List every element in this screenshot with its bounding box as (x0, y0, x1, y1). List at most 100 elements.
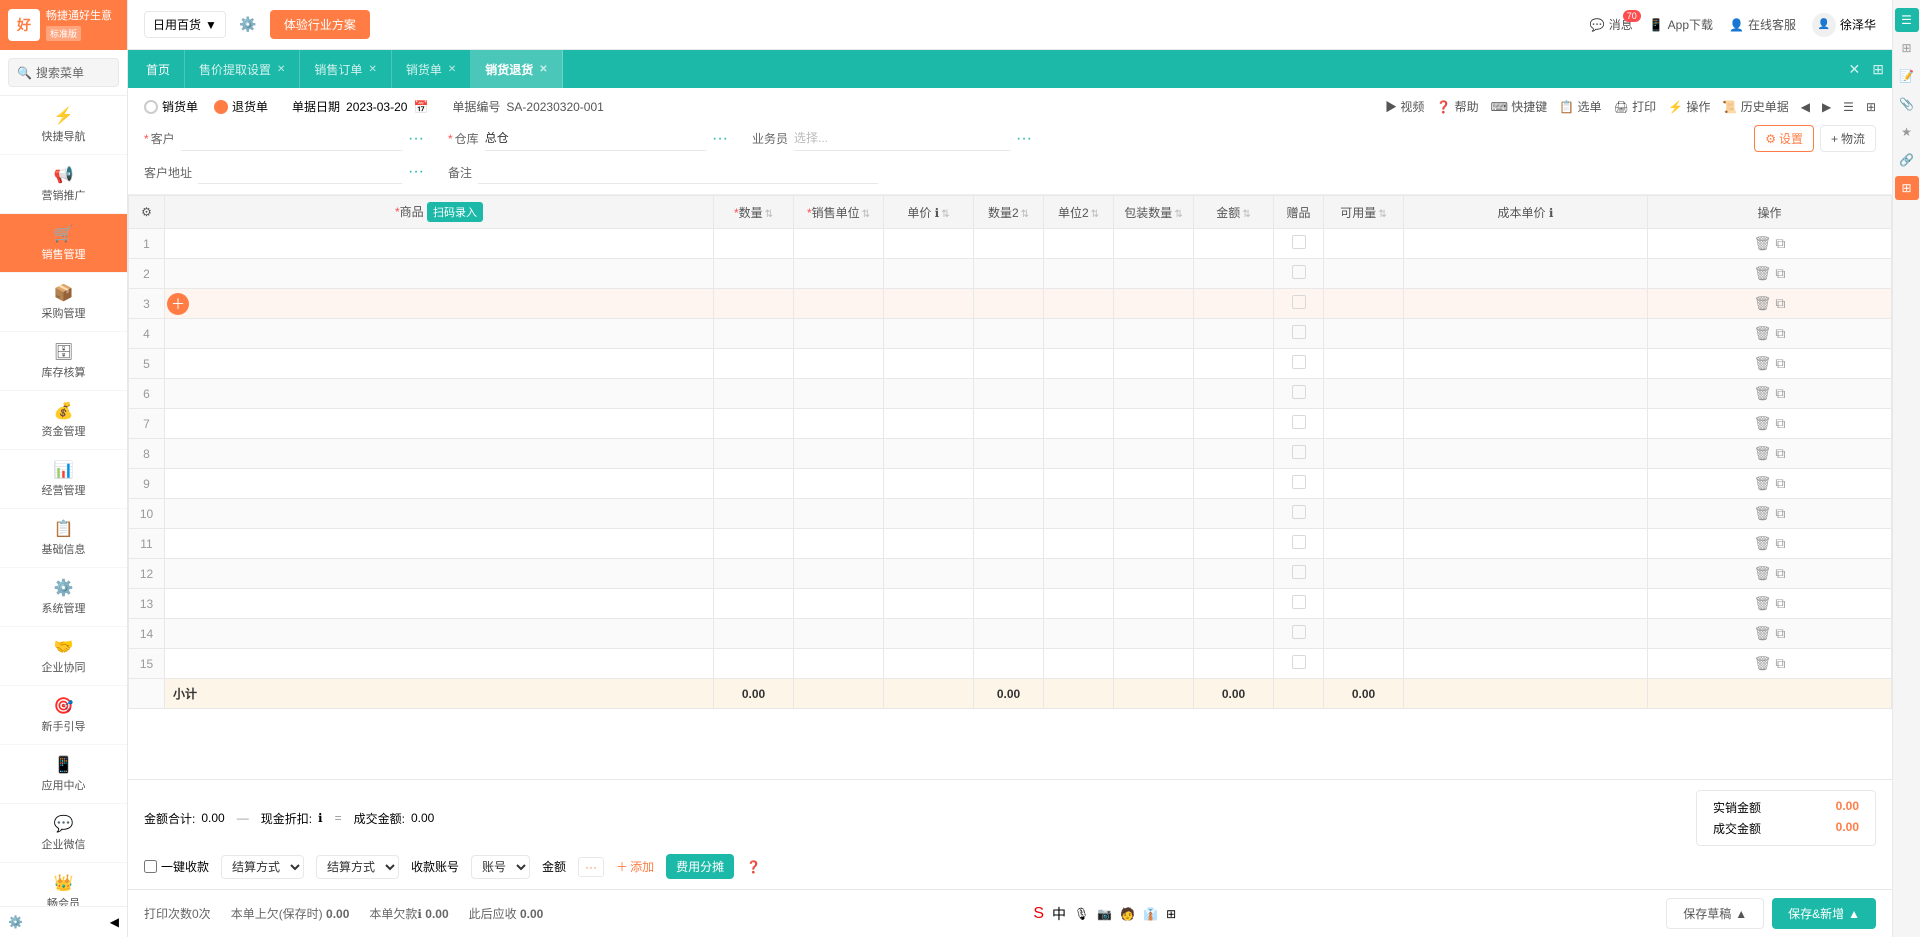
product-cell-15[interactable] (165, 649, 714, 679)
unit2-cell-4[interactable] (1044, 319, 1114, 349)
delete-row-btn-5[interactable]: 🗑 (1754, 355, 1772, 372)
sales-unit-cell-12[interactable] (794, 559, 884, 589)
sales-unit-cell-14[interactable] (794, 619, 884, 649)
copy-row-btn-6[interactable]: ⧉ (1775, 385, 1785, 402)
pack-qty-cell-5[interactable] (1114, 349, 1194, 379)
sidebar-item-sales[interactable]: 🛒 销售管理 (0, 214, 127, 273)
sidebar-item-quick-nav[interactable]: ⚡ 快捷导航 (0, 96, 127, 155)
sidebar-item-basic-info[interactable]: 📋 基础信息 (0, 509, 127, 568)
logistics-side-btn[interactable]: + 物流 (1820, 125, 1876, 152)
tab-close-sales-delivery[interactable]: ✕ (448, 64, 456, 75)
qty2-cell-2[interactable] (974, 259, 1044, 289)
pack-qty-cell-8[interactable] (1114, 439, 1194, 469)
tool-icon-camera[interactable]: 📷 (1097, 907, 1112, 921)
qty2-cell-13[interactable] (974, 589, 1044, 619)
sidebar-item-operations[interactable]: 📊 经营管理 (0, 450, 127, 509)
delete-row-btn-9[interactable]: 🗑 (1754, 475, 1772, 492)
unit-price-cell-9[interactable] (884, 469, 974, 499)
available-cell-5[interactable] (1324, 349, 1404, 379)
gift-cell-4[interactable] (1274, 319, 1324, 349)
pack-qty-cell-4[interactable] (1114, 319, 1194, 349)
pack-qty-cell-11[interactable] (1114, 529, 1194, 559)
tab-close-sales-order[interactable]: ✕ (368, 64, 376, 75)
cost-price-cell-4[interactable] (1404, 319, 1648, 349)
right-panel-link[interactable]: 🔗 (1895, 148, 1919, 172)
product-cell-11[interactable] (165, 529, 714, 559)
unit2-cell-2[interactable] (1044, 259, 1114, 289)
warehouse-input[interactable]: 总仓 (485, 127, 706, 151)
qty-cell-15[interactable] (714, 649, 794, 679)
close-tab-btn[interactable]: ✕ (1845, 57, 1865, 82)
copy-row-btn-14[interactable]: ⧉ (1775, 625, 1785, 642)
action-video[interactable]: ▶ 视频 (1385, 98, 1424, 115)
radio-delivery[interactable]: 销货单 (144, 98, 198, 115)
amount-cell-5[interactable] (1194, 349, 1274, 379)
unit-price-cell-2[interactable] (884, 259, 974, 289)
prev-record-btn[interactable]: ◀ (1801, 100, 1810, 114)
qty2-cell-14[interactable] (974, 619, 1044, 649)
tool-icon-mic[interactable]: 🎙 (1074, 907, 1089, 921)
qty-cell-11[interactable] (714, 529, 794, 559)
delete-row-btn-8[interactable]: 🗑 (1754, 445, 1772, 462)
unit2-cell-8[interactable] (1044, 439, 1114, 469)
available-cell-1[interactable] (1324, 229, 1404, 259)
cost-price-cell-12[interactable] (1404, 559, 1648, 589)
right-panel-expand[interactable]: ⊞ (1895, 176, 1919, 200)
cost-price-cell-11[interactable] (1404, 529, 1648, 559)
copy-row-btn-5[interactable]: ⧉ (1775, 355, 1785, 372)
amount-cell-13[interactable] (1194, 589, 1274, 619)
right-panel-list-view[interactable]: ☰ (1895, 8, 1919, 32)
action-select[interactable]: 📋 选单 (1559, 98, 1601, 115)
unit-price-cell-12[interactable] (884, 559, 974, 589)
sales-unit-cell-6[interactable] (794, 379, 884, 409)
gift-checkbox-14[interactable] (1292, 625, 1306, 639)
gift-cell-2[interactable] (1274, 259, 1324, 289)
unit2-cell-12[interactable] (1044, 559, 1114, 589)
sales-unit-cell-2[interactable] (794, 259, 884, 289)
col-settings[interactable]: ⚙ (129, 196, 165, 229)
qty-cell-14[interactable] (714, 619, 794, 649)
tool-icon-person[interactable]: 🧑 (1120, 907, 1135, 921)
tab-sales-order[interactable]: 销售订单✕ (300, 50, 391, 88)
calendar-icon[interactable]: 📅 (413, 100, 428, 114)
add-row-btn[interactable]: ＋ (167, 293, 189, 315)
amount-cell-4[interactable] (1194, 319, 1274, 349)
right-panel-grid-view[interactable]: ⊞ (1895, 36, 1919, 60)
amount-cell-10[interactable] (1194, 499, 1274, 529)
sales-unit-cell-10[interactable] (794, 499, 884, 529)
amount-cell-15[interactable] (1194, 649, 1274, 679)
tab-home[interactable]: 首页 (132, 50, 185, 88)
action-print[interactable]: 🖨 打印 (1614, 98, 1657, 115)
qty2-cell-10[interactable] (974, 499, 1044, 529)
available-cell-2[interactable] (1324, 259, 1404, 289)
pack-qty-cell-3[interactable] (1114, 289, 1194, 319)
qty2-cell-7[interactable] (974, 409, 1044, 439)
view-list-icon[interactable]: ☰ (1843, 100, 1854, 114)
notes-input[interactable] (478, 160, 878, 184)
gift-cell-9[interactable] (1274, 469, 1324, 499)
amount-cell-7[interactable] (1194, 409, 1274, 439)
gift-checkbox-3[interactable] (1292, 295, 1306, 309)
sales-unit-cell-4[interactable] (794, 319, 884, 349)
available-cell-13[interactable] (1324, 589, 1404, 619)
tool-icon-zhong[interactable]: 中 (1052, 904, 1066, 924)
gift-cell-8[interactable] (1274, 439, 1324, 469)
sales-unit-cell-11[interactable] (794, 529, 884, 559)
unit-price-cell-1[interactable] (884, 229, 974, 259)
copy-row-btn-8[interactable]: ⧉ (1775, 445, 1785, 462)
settings-button[interactable]: ⚙️ (234, 11, 262, 39)
sales-unit-cell-3[interactable] (794, 289, 884, 319)
sales-unit-cell-13[interactable] (794, 589, 884, 619)
gift-cell-7[interactable] (1274, 409, 1324, 439)
gift-checkbox-2[interactable] (1292, 265, 1306, 279)
qty2-cell-6[interactable] (974, 379, 1044, 409)
salesperson-input[interactable]: 选择... (794, 127, 1010, 151)
gift-cell-1[interactable] (1274, 229, 1324, 259)
available-cell-3[interactable] (1324, 289, 1404, 319)
qty2-cell-15[interactable] (974, 649, 1044, 679)
delete-row-btn-6[interactable]: 🗑 (1754, 385, 1772, 402)
product-cell-3[interactable]: ＋ (165, 289, 714, 319)
unit2-cell-3[interactable] (1044, 289, 1114, 319)
qty-cell-2[interactable] (714, 259, 794, 289)
unit2-cell-14[interactable] (1044, 619, 1114, 649)
